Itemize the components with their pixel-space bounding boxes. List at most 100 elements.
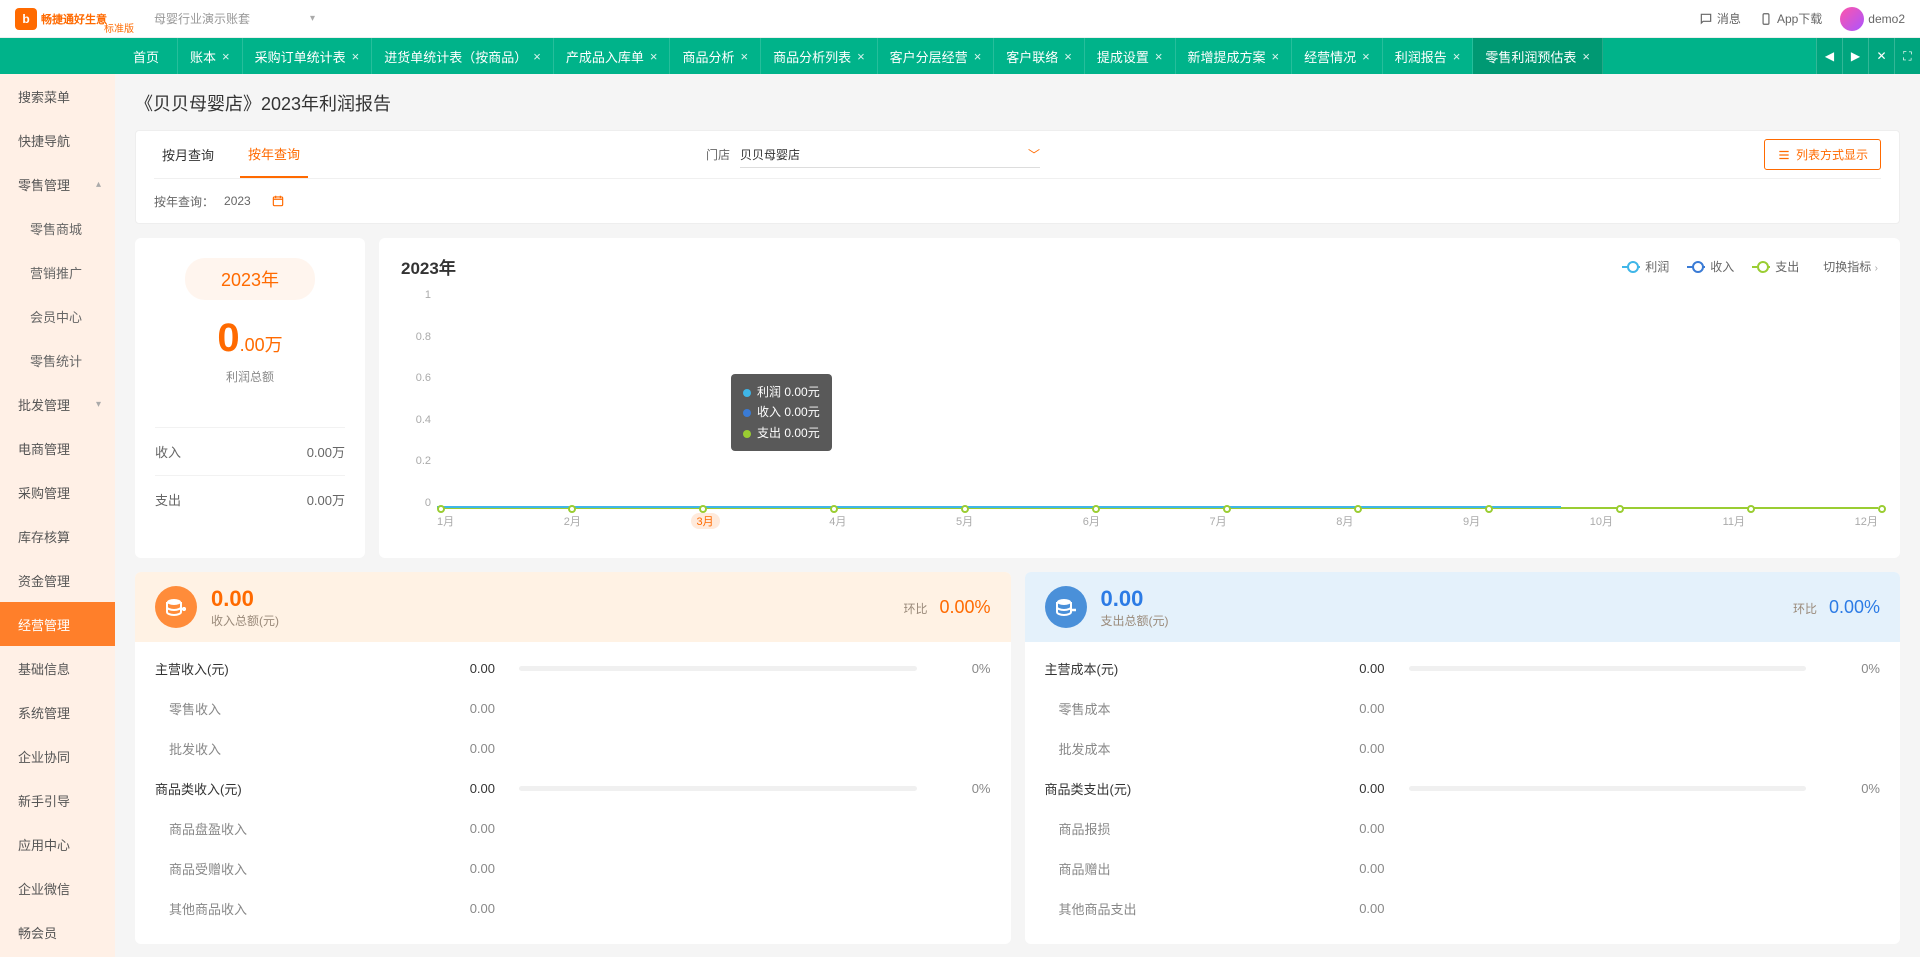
sidebar-retail[interactable]: 零售管理▴ [0, 162, 115, 206]
tab-bar: 首页 账本×采购订单统计表×进货单统计表（按商品）×产成品入库单×商品分析×商品… [0, 38, 1920, 74]
expense-hb-label: 环比 [1793, 600, 1817, 617]
sidebar-item[interactable]: 系统管理 [0, 690, 115, 734]
sidebar-item[interactable]: 基础信息 [0, 646, 115, 690]
tab-item[interactable]: 零售利润预估表× [1473, 38, 1603, 74]
x-tick: 6月 [1083, 513, 1100, 529]
legend-profit[interactable]: 利润 [1622, 258, 1669, 275]
sidebar-item[interactable]: 零售商城 [0, 206, 115, 250]
x-tick: 7月 [1210, 513, 1227, 529]
tab-item[interactable]: 商品分析列表× [761, 38, 878, 74]
tab-item[interactable]: 新增提成方案× [1176, 38, 1293, 74]
x-tick: 5月 [956, 513, 973, 529]
close-icon[interactable]: × [1362, 49, 1370, 64]
phone-icon [1759, 12, 1773, 26]
close-icon[interactable]: × [857, 49, 865, 64]
switch-indicator-button[interactable]: 切换指标 › [1823, 258, 1878, 275]
sidebar-item[interactable]: 新手引导 [0, 778, 115, 822]
tabs-close-all[interactable]: ✕ [1868, 38, 1894, 74]
x-tick: 9月 [1463, 513, 1480, 529]
tab-item[interactable]: 账本× [178, 38, 243, 74]
breakdown-row: 商品盘盈收入0.00 [155, 808, 991, 848]
tab-item[interactable]: 产成品入库单× [554, 38, 671, 74]
tab-item[interactable]: 采购订单统计表× [243, 38, 373, 74]
close-icon[interactable]: × [974, 49, 982, 64]
breakdown-row: 批发收入0.00 [155, 728, 991, 768]
summary-income-row: 收入0.00万 [155, 427, 345, 461]
sidebar-item[interactable]: 畅会员 [0, 910, 115, 954]
sidebar-item[interactable]: 企业微信 [0, 866, 115, 910]
sidebar-item[interactable]: 会员中心 [0, 294, 115, 338]
sidebar-quicknav[interactable]: 快捷导航 [0, 118, 115, 162]
tab-item[interactable]: 提成设置× [1085, 38, 1176, 74]
expense-total: 0.00 [1101, 586, 1169, 612]
close-icon[interactable]: × [1582, 49, 1590, 64]
legend-expense[interactable]: 支出 [1752, 258, 1799, 275]
fullscreen-button[interactable]: ⛶ [1894, 38, 1920, 74]
progress-bar [1409, 666, 1807, 671]
list-icon [1777, 148, 1791, 162]
expense-icon [1045, 586, 1087, 628]
sidebar-item[interactable]: 资金管理 [0, 558, 115, 602]
tab-by-year[interactable]: 按年查询 [240, 131, 308, 178]
chart-y-axis: 10.80.60.40.20 [401, 289, 431, 509]
tab-by-month[interactable]: 按月查询 [154, 131, 222, 178]
store-selector[interactable]: 贝贝母婴店 ﹀ [740, 142, 1040, 168]
caret-down-icon: ▾ [96, 399, 101, 410]
sidebar-item[interactable]: 采购管理 [0, 470, 115, 514]
income-hb-label: 环比 [903, 600, 927, 617]
tab-item[interactable]: 利润报告× [1383, 38, 1474, 74]
avatar [1840, 7, 1864, 31]
close-icon[interactable]: × [650, 49, 658, 64]
close-icon[interactable]: × [1064, 49, 1072, 64]
calendar-icon[interactable] [271, 194, 285, 208]
tab-item[interactable]: 客户分层经营× [878, 38, 995, 74]
close-icon[interactable]: × [1272, 49, 1280, 64]
progress-bar [519, 786, 917, 791]
breakdown-row: 其他商品收入0.00 [155, 888, 991, 928]
tab-item[interactable]: 进货单统计表（按商品）× [372, 38, 554, 74]
income-total-label: 收入总额(元) [211, 612, 279, 629]
year-query-label: 按年查询： [154, 193, 214, 210]
user-menu[interactable]: demo2 [1840, 7, 1905, 31]
sidebar-wholesale[interactable]: 批发管理▾ [0, 382, 115, 426]
sidebar-item[interactable]: 经营管理 [0, 602, 115, 646]
legend-income[interactable]: 收入 [1687, 258, 1734, 275]
account-selector[interactable]: 母婴行业演示账套 ▾ [154, 10, 315, 27]
tabs-scroll-left[interactable]: ◀ [1816, 38, 1842, 74]
x-tick: 3月 [691, 513, 720, 529]
trend-chart-card: 2023年 利润 收入 支出 切换指标 › 10.80.60.40.20 [379, 238, 1900, 558]
close-icon[interactable]: × [740, 49, 748, 64]
sidebar-item[interactable]: 库存核算 [0, 514, 115, 558]
sidebar-item[interactable]: 电商管理 [0, 426, 115, 470]
sidebar-search[interactable]: 搜索菜单 [0, 74, 115, 118]
x-tick: 8月 [1336, 513, 1353, 529]
sidebar-item[interactable]: 应用中心 [0, 822, 115, 866]
close-icon[interactable]: × [352, 49, 360, 64]
chart-plot[interactable]: 10.80.60.40.20 1月2月3月4月5月6月7月8月9月10月11月1… [401, 289, 1878, 529]
close-icon[interactable]: × [1453, 49, 1461, 64]
close-icon[interactable]: × [1155, 49, 1163, 64]
tab-item[interactable]: 经营情况× [1292, 38, 1383, 74]
tab-item[interactable]: 商品分析× [670, 38, 761, 74]
x-tick: 1月 [437, 513, 454, 529]
sidebar-item[interactable]: 营销推广 [0, 250, 115, 294]
top-header: b 畅捷通好生意 标准版 母婴行业演示账套 ▾ 消息 App下载 demo2 [0, 0, 1920, 38]
close-icon[interactable]: × [222, 49, 230, 64]
tab-home[interactable]: 首页 [115, 38, 178, 74]
tabs-scroll-right[interactable]: ▶ [1842, 38, 1868, 74]
message-icon [1699, 12, 1713, 26]
sidebar-item[interactable]: 企业协同 [0, 734, 115, 778]
close-icon[interactable]: × [533, 49, 541, 64]
breakdown-row: 商品类支出(元)0.000% [1045, 768, 1881, 808]
messages-button[interactable]: 消息 [1699, 10, 1741, 27]
tab-item[interactable]: 客户联络× [994, 38, 1085, 74]
breakdown-row: 其他商品支出0.00 [1045, 888, 1881, 928]
sidebar-item[interactable]: 零售统计 [0, 338, 115, 382]
chart-title: 2023年 [401, 254, 456, 279]
app-download-button[interactable]: App下载 [1759, 10, 1822, 27]
expense-total-label: 支出总额(元) [1101, 612, 1169, 629]
breakdown-row: 商品报损0.00 [1045, 808, 1881, 848]
logo[interactable]: b 畅捷通好生意 [15, 8, 110, 30]
logo-icon: b [15, 8, 37, 30]
list-view-button[interactable]: 列表方式显示 [1764, 139, 1881, 170]
